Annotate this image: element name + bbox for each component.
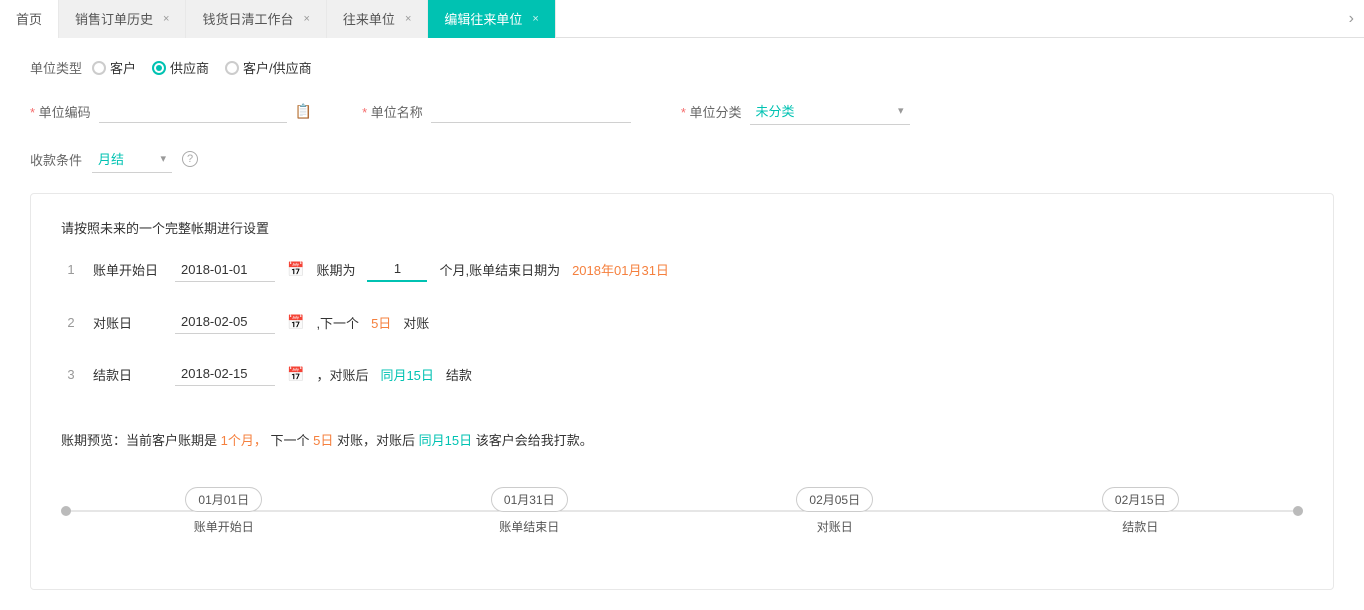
unit-type-radio-group: 客户 供应商 客户/供应商 (92, 58, 312, 77)
row-3-desc-suffix: 结款 (446, 365, 472, 384)
row-1-desc-suffix: 个月,账单结束日期为 (439, 260, 560, 279)
unit-category-group: 单位分类 未分类 ▾ (681, 97, 910, 125)
timeline-label-1: 账单开始日 (194, 518, 254, 535)
unit-code-label: 单位编码 (30, 102, 91, 121)
reconcile-date-row: 2 对账日 📅 ,下一个 5日 对账 (61, 310, 1303, 334)
month-period-input[interactable] (367, 257, 427, 282)
unit-type-label: 单位类型 (30, 58, 82, 77)
row-1-number: 1 (61, 262, 81, 277)
preview-section: 账期预览：当前客户账期是 1个月， 下一个 5日 对账，对账后 同月15日 该客… (61, 414, 1303, 565)
payment-terms-row: 收款条件 月结 ▾ ? (30, 145, 1334, 173)
timeline-badge-3: 02月05日 (796, 487, 873, 512)
start-date-row: 1 账单开始日 📅 账期为 个月,账单结束日期为 2018年01月31日 (61, 257, 1303, 282)
radio-customer-supplier-circle (225, 61, 239, 75)
row-2-number: 2 (61, 315, 81, 330)
row-2-desc-prefix: ,下一个 (316, 313, 359, 332)
tab-cash-work[interactable]: 钱货日清工作台 × (186, 0, 326, 38)
row-2-label: 对账日 (93, 313, 163, 332)
preview-text2: 对账，对账后 (337, 433, 415, 448)
timeline-label-4: 结款日 (1122, 518, 1158, 535)
row-1-end-date: 2018年01月31日 (572, 260, 669, 279)
timeline-point-3: 02月05日 对账日 (796, 487, 873, 535)
reconcile-date-input[interactable] (175, 310, 275, 334)
tab-related-unit-close[interactable]: × (405, 13, 411, 25)
card-title: 请按照未来的一个完整帐期进行设置 (61, 218, 1303, 237)
unit-category-arrow-icon: ▾ (898, 104, 904, 117)
payment-date-input[interactable] (175, 362, 275, 386)
payment-terms-label: 收款条件 (30, 150, 82, 169)
tab-cash-work-label: 钱货日清工作台 (202, 9, 293, 28)
timeline-end-dot (1293, 506, 1303, 516)
preview-text: 账期预览：当前客户账期是 1个月， 下一个 5日 对账，对账后 同月15日 该客… (61, 430, 1303, 449)
unit-category-label: 单位分类 (681, 102, 742, 121)
tab-edit-unit[interactable]: 编辑往来单位 × (428, 0, 555, 38)
timeline-badge-2: 01月31日 (491, 487, 568, 512)
payment-terms-dropdown[interactable]: 月结 ▾ (92, 145, 172, 173)
unit-name-label: 单位名称 (362, 102, 423, 121)
unit-category-dropdown[interactable]: 未分类 ▾ (750, 97, 910, 125)
tab-bar: 首页 销售订单历史 × 钱货日清工作台 × 往来单位 × 编辑往来单位 × › (0, 0, 1364, 38)
preview-text3: 该客户会给我打款。 (476, 433, 593, 448)
unit-name-group: 单位名称 河南供应商22 (362, 99, 631, 123)
unit-code-icon[interactable]: 📋 (295, 103, 312, 120)
radio-supplier[interactable]: 供应商 (152, 58, 209, 77)
row-2-desc-suffix: 对账 (403, 313, 429, 332)
preview-label: 账期预览：当前客户账期是 (61, 433, 217, 448)
payment-terms-help-icon[interactable]: ? (182, 151, 198, 167)
row-2-highlight: 5日 (371, 313, 391, 332)
radio-customer[interactable]: 客户 (92, 58, 136, 77)
timeline-start-dot (61, 506, 71, 516)
timeline-badge-1: 01月01日 (185, 487, 262, 512)
start-date-input[interactable] (175, 258, 275, 282)
tab-related-unit[interactable]: 往来单位 × (327, 0, 428, 38)
payment-date-calendar-icon[interactable]: 📅 (287, 366, 304, 383)
row-3-label: 结款日 (93, 365, 163, 384)
preview-text1: 下一个 (271, 433, 310, 448)
tab-sales-history-close[interactable]: × (163, 13, 169, 25)
preview-highlight2: 5日 (313, 433, 333, 448)
radio-customer-supplier-label: 客户/供应商 (243, 58, 312, 77)
radio-supplier-label: 供应商 (170, 58, 209, 77)
reconcile-date-calendar-icon[interactable]: 📅 (287, 314, 304, 331)
unit-info-row: 单位编码 000001 📋 单位名称 河南供应商22 单位分类 未分类 ▾ (30, 97, 1334, 125)
tab-edit-unit-label: 编辑往来单位 (444, 9, 522, 28)
tab-expand-icon[interactable]: › (1339, 10, 1364, 28)
tab-home[interactable]: 首页 (0, 0, 59, 38)
unit-code-input[interactable]: 000001 (99, 99, 287, 123)
preview-highlight1: 1个月， (221, 433, 267, 448)
unit-type-row: 单位类型 客户 供应商 客户/供应商 (30, 58, 1334, 77)
main-content: 单位类型 客户 供应商 客户/供应商 单位编码 000001 📋 单位名称 河南… (0, 38, 1364, 610)
settings-card: 请按照未来的一个完整帐期进行设置 1 账单开始日 📅 账期为 个月,账单结束日期… (30, 193, 1334, 590)
timeline-container: 01月01日 账单开始日 01月31日 账单结束日 02月05日 对账日 (61, 477, 1303, 545)
preview-highlight3: 同月15日 (419, 433, 472, 448)
timeline-point-2: 01月31日 账单结束日 (491, 487, 568, 535)
row-1-desc-prefix: 账期为 (316, 260, 355, 279)
tab-related-unit-label: 往来单位 (343, 9, 395, 28)
unit-code-group: 单位编码 000001 📋 (30, 99, 312, 123)
radio-customer-supplier[interactable]: 客户/供应商 (225, 58, 312, 77)
radio-customer-circle (92, 61, 106, 75)
row-3-highlight: 同月15日 (380, 365, 433, 384)
tab-home-label: 首页 (16, 9, 42, 28)
tab-sales-history-label: 销售订单历史 (75, 9, 153, 28)
timeline-point-4: 02月15日 结款日 (1102, 487, 1179, 535)
payment-terms-value: 月结 (98, 149, 156, 168)
row-3-desc-prefix: ，对账后 (316, 365, 368, 384)
timeline-label-2: 账单结束日 (499, 518, 559, 535)
row-3-number: 3 (61, 367, 81, 382)
radio-customer-label: 客户 (110, 58, 136, 77)
payment-terms-arrow-icon: ▾ (160, 152, 166, 165)
timeline-badge-4: 02月15日 (1102, 487, 1179, 512)
timeline-label-3: 对账日 (817, 518, 853, 535)
tab-edit-unit-close[interactable]: × (532, 13, 538, 25)
payment-date-row: 3 结款日 📅 ，对账后 同月15日 结款 (61, 362, 1303, 386)
unit-category-value: 未分类 (756, 101, 894, 120)
radio-supplier-circle (152, 61, 166, 75)
start-date-calendar-icon[interactable]: 📅 (287, 261, 304, 278)
timeline-point-1: 01月01日 账单开始日 (185, 487, 262, 535)
tab-cash-work-close[interactable]: × (303, 13, 309, 25)
unit-name-input[interactable]: 河南供应商22 (431, 99, 631, 123)
tab-sales-history[interactable]: 销售订单历史 × (59, 0, 186, 38)
row-1-label: 账单开始日 (93, 260, 163, 279)
